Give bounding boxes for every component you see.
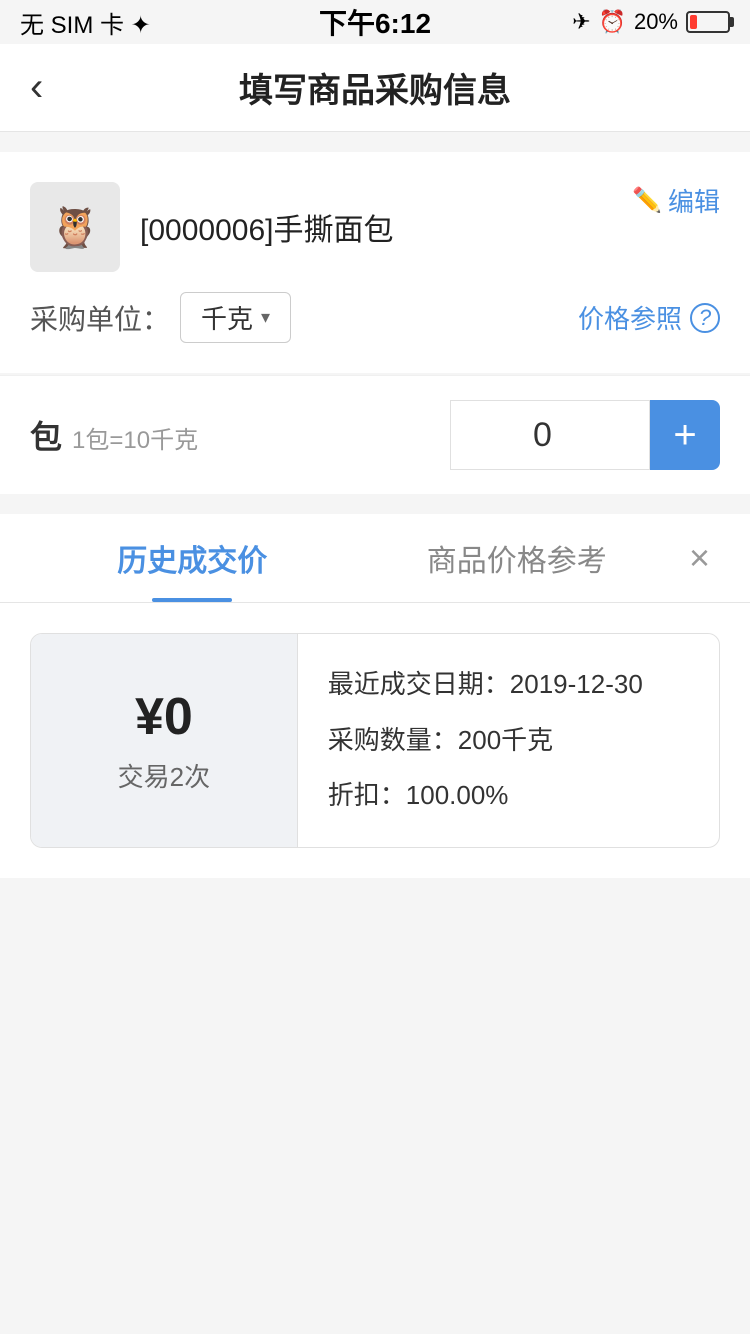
unit-select[interactable]: 千克 ▾: [180, 292, 291, 343]
chevron-down-icon: ▾: [261, 307, 270, 328]
sim-status: 无 SIM 卡 ✦: [20, 5, 151, 40]
back-button[interactable]: ‹: [30, 65, 43, 110]
price-ref-info-icon: ?: [690, 303, 720, 333]
history-card: ¥0 交易2次 最近成交日期：2019-12-30 采购数量：200千克 折扣：…: [30, 633, 720, 848]
info-icon-text: ?: [699, 305, 711, 331]
edit-label: 编辑: [668, 182, 720, 219]
unit-value: 千克: [201, 299, 253, 336]
product-name: [0000006]手撕面包: [140, 205, 393, 249]
unit-label: 采购单位：: [30, 298, 170, 338]
tabs-section: 历史成交价 商品价格参考 × ¥0 交易2次 最近成交日期：2019-12-30…: [0, 514, 750, 878]
battery-percent: 20%: [634, 9, 678, 35]
product-unit-row: 采购单位： 千克 ▾ 价格参照 ?: [30, 292, 720, 343]
tab-history-price-label: 历史成交价: [117, 536, 267, 580]
price-ref-button[interactable]: 价格参照 ?: [578, 299, 720, 336]
tab-product-price-ref-label: 商品价格参考: [427, 536, 607, 580]
history-right: 最近成交日期：2019-12-30 采购数量：200千克 折扣：100.00%: [298, 634, 719, 847]
product-title: 手撕面包: [273, 214, 393, 247]
page-title: 填写商品采购信息: [239, 63, 511, 112]
product-logo-icon: 🦉: [50, 204, 100, 251]
purchase-qty-label: 采购数量：: [328, 725, 458, 755]
alarm-icon: ⏰: [599, 9, 626, 35]
purchase-qty-value: 200千克: [458, 725, 553, 755]
product-header: 🦉 [0000006]手撕面包 ✏️ 编辑: [30, 182, 720, 272]
discount-value: 100.00%: [406, 780, 509, 810]
price-ref-label: 价格参照: [578, 299, 682, 336]
product-left: 🦉 [0000006]手撕面包: [30, 182, 393, 272]
recent-date-label: 最近成交日期：: [328, 669, 510, 699]
quantity-input-group: +: [450, 400, 720, 470]
status-bar: 无 SIM 卡 ✦ 下午6:12 ✈ ⏰ 20%: [0, 0, 750, 44]
nav-bar: ‹ 填写商品采购信息: [0, 44, 750, 132]
tab-history-price[interactable]: 历史成交价: [30, 514, 354, 602]
discount-row: 折扣：100.00%: [328, 775, 689, 817]
quantity-unit-big: 包: [30, 412, 62, 458]
edit-button[interactable]: ✏️ 编辑: [632, 182, 720, 219]
tabs-header: 历史成交价 商品价格参考 ×: [0, 514, 750, 603]
battery-icon: [686, 11, 730, 33]
quantity-plus-button[interactable]: +: [650, 400, 720, 470]
purchase-qty-row: 采购数量：200千克: [328, 720, 689, 762]
recent-date-row: 最近成交日期：2019-12-30: [328, 664, 689, 706]
quantity-unit-sub: 1包=10千克: [72, 420, 198, 455]
quantity-input[interactable]: [450, 400, 650, 470]
trade-count: 交易2次: [118, 757, 210, 794]
location-icon: ✈: [572, 9, 590, 35]
product-id: [0000006]: [140, 214, 273, 247]
discount-label: 折扣：: [328, 780, 406, 810]
status-time: 下午6:12: [319, 2, 431, 42]
status-right: ✈ ⏰ 20%: [572, 9, 730, 35]
tab-product-price-ref[interactable]: 商品价格参考: [354, 514, 678, 602]
product-thumbnail: 🦉: [30, 182, 120, 272]
quantity-label: 包 1包=10千克: [30, 412, 198, 458]
product-card: 🦉 [0000006]手撕面包 ✏️ 编辑 采购单位： 千克 ▾ 价格参照 ?: [0, 152, 750, 373]
price-display: ¥0: [135, 687, 193, 747]
plus-icon: +: [673, 413, 696, 458]
history-left: ¥0 交易2次: [31, 634, 298, 847]
edit-icon: ✏️: [632, 186, 662, 215]
history-content: ¥0 交易2次 最近成交日期：2019-12-30 采购数量：200千克 折扣：…: [0, 603, 750, 878]
quantity-section: 包 1包=10千克 +: [0, 375, 750, 494]
close-button[interactable]: ×: [679, 527, 720, 589]
recent-date-value: 2019-12-30: [510, 669, 643, 699]
status-left: 无 SIM 卡 ✦: [20, 5, 151, 40]
